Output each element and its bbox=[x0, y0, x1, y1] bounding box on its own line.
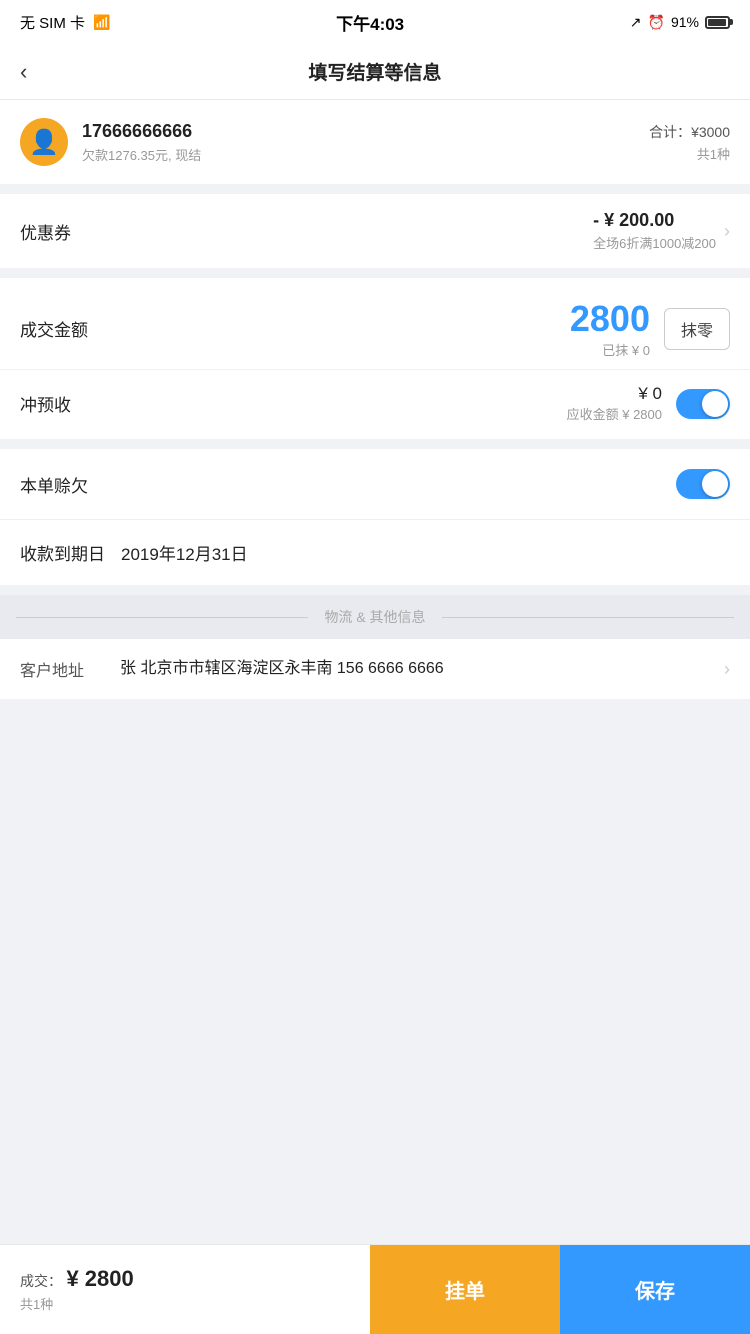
credit-toggle-knob bbox=[702, 471, 728, 497]
customer-debt: 欠款1276.35元, 现结 bbox=[82, 145, 201, 164]
due-date-value: 2019年12月31日 bbox=[121, 540, 248, 565]
credit-toggle[interactable] bbox=[676, 469, 730, 499]
customer-info-left: 👤 17666666666 欠款1276.35元, 现结 bbox=[20, 118, 201, 166]
content-area: 👤 17666666666 欠款1276.35元, 现结 合计：¥3000 共1… bbox=[0, 100, 750, 949]
amount-row: 成交金额 2800 已抹 ¥ 0 抹零 bbox=[0, 278, 750, 369]
coupon-arrow-icon: › bbox=[724, 221, 730, 242]
separator-line-right bbox=[442, 617, 734, 618]
nav-bar: ‹ 填写结算等信息 bbox=[0, 44, 750, 100]
status-bar: 无 SIM 卡 📶 下午4:03 ↗ ⏰ 91% bbox=[0, 0, 750, 44]
prepay-receivable: 应收金额 ¥ 2800 bbox=[567, 404, 662, 423]
status-right: ↗ ⏰ 91% bbox=[630, 14, 730, 31]
prepay-amount: ¥ 0 bbox=[567, 384, 662, 404]
prepay-row: 冲预收 ¥ 0 应收金额 ¥ 2800 bbox=[0, 369, 750, 439]
wifi-icon: 📶 bbox=[93, 14, 110, 31]
prepay-right: ¥ 0 应收金额 ¥ 2800 bbox=[567, 384, 730, 423]
due-date-label: 收款到期日 bbox=[20, 540, 105, 565]
toggle-knob bbox=[702, 391, 728, 417]
coupon-discount: - ¥ 200.00 bbox=[593, 210, 716, 231]
bottom-deal-row: 成交： ¥ 2800 bbox=[20, 1266, 350, 1292]
status-time: 下午4:03 bbox=[336, 10, 404, 35]
amount-section: 成交金额 2800 已抹 ¥ 0 抹零 冲预收 ¥ 0 应收金额 ¥ 2800 bbox=[0, 278, 750, 439]
battery-label: 91% bbox=[671, 14, 699, 30]
gray-area bbox=[0, 699, 750, 859]
customer-info-right: 合计：¥3000 共1种 bbox=[649, 122, 730, 163]
back-button[interactable]: ‹ bbox=[20, 59, 60, 85]
battery-icon bbox=[705, 16, 730, 29]
coupon-detail: 全场6折满1000减200 bbox=[593, 233, 716, 252]
amount-rounded: 已抹 ¥ 0 bbox=[570, 340, 650, 359]
separator-line-left bbox=[16, 617, 308, 618]
status-left: 无 SIM 卡 📶 bbox=[20, 12, 110, 33]
save-button[interactable]: 保存 bbox=[560, 1245, 750, 1334]
address-label: 客户地址 bbox=[20, 657, 100, 681]
coupon-right: - ¥ 200.00 全场6折满1000减200 › bbox=[593, 210, 730, 252]
total-amount: ¥3000 bbox=[691, 124, 730, 140]
coupon-row[interactable]: 优惠券 - ¥ 200.00 全场6折满1000减200 › bbox=[0, 194, 750, 268]
prepay-toggle[interactable] bbox=[676, 389, 730, 419]
amount-right: 2800 已抹 ¥ 0 抹零 bbox=[570, 298, 730, 359]
round-button[interactable]: 抹零 bbox=[664, 308, 730, 350]
amount-value-wrap: 2800 已抹 ¥ 0 bbox=[570, 298, 650, 359]
total-count: 共1种 bbox=[649, 144, 730, 163]
alarm-icon: ⏰ bbox=[648, 14, 665, 31]
logistics-separator: 物流 & 其他信息 bbox=[0, 595, 750, 639]
carrier-label: 无 SIM 卡 bbox=[20, 12, 85, 33]
total-label: 合计：¥3000 bbox=[649, 122, 730, 142]
bottom-count: 共1种 bbox=[20, 1294, 350, 1313]
address-arrow-icon: › bbox=[724, 659, 730, 680]
location-icon: ↗ bbox=[630, 14, 642, 31]
divider-1 bbox=[0, 184, 750, 194]
page-title: 填写结算等信息 bbox=[308, 58, 441, 85]
customer-card: 👤 17666666666 欠款1276.35元, 现结 合计：¥3000 共1… bbox=[0, 100, 750, 184]
credit-row: 本单赊欠 bbox=[0, 449, 750, 519]
due-date-row: 收款到期日 2019年12月31日 bbox=[0, 519, 750, 585]
prepay-amount-wrap: ¥ 0 应收金额 ¥ 2800 bbox=[567, 384, 662, 423]
address-value: 张 北京市市辖区海淀区永丰南 156 6666 6666 bbox=[120, 657, 704, 681]
hang-button[interactable]: 挂单 bbox=[370, 1245, 560, 1334]
coupon-info: - ¥ 200.00 全场6折满1000减200 bbox=[593, 210, 716, 252]
avatar: 👤 bbox=[20, 118, 68, 166]
prepay-label: 冲预收 bbox=[20, 391, 71, 416]
bottom-deal-label: 成交： bbox=[20, 1273, 62, 1289]
customer-details: 17666666666 欠款1276.35元, 现结 bbox=[82, 121, 201, 164]
customer-phone: 17666666666 bbox=[82, 121, 201, 142]
bottom-deal-amount: ¥ 2800 bbox=[66, 1266, 133, 1291]
amount-label: 成交金额 bbox=[20, 316, 88, 341]
logistics-label: 物流 & 其他信息 bbox=[324, 607, 425, 627]
bottom-info: 成交： ¥ 2800 共1种 bbox=[0, 1266, 370, 1313]
coupon-label: 优惠券 bbox=[20, 219, 71, 244]
bottom-bar: 成交： ¥ 2800 共1种 挂单 保存 bbox=[0, 1244, 750, 1334]
credit-label: 本单赊欠 bbox=[20, 472, 88, 497]
amount-value: 2800 bbox=[570, 298, 650, 340]
address-row[interactable]: 客户地址 张 北京市市辖区海淀区永丰南 156 6666 6666 › bbox=[0, 639, 750, 699]
